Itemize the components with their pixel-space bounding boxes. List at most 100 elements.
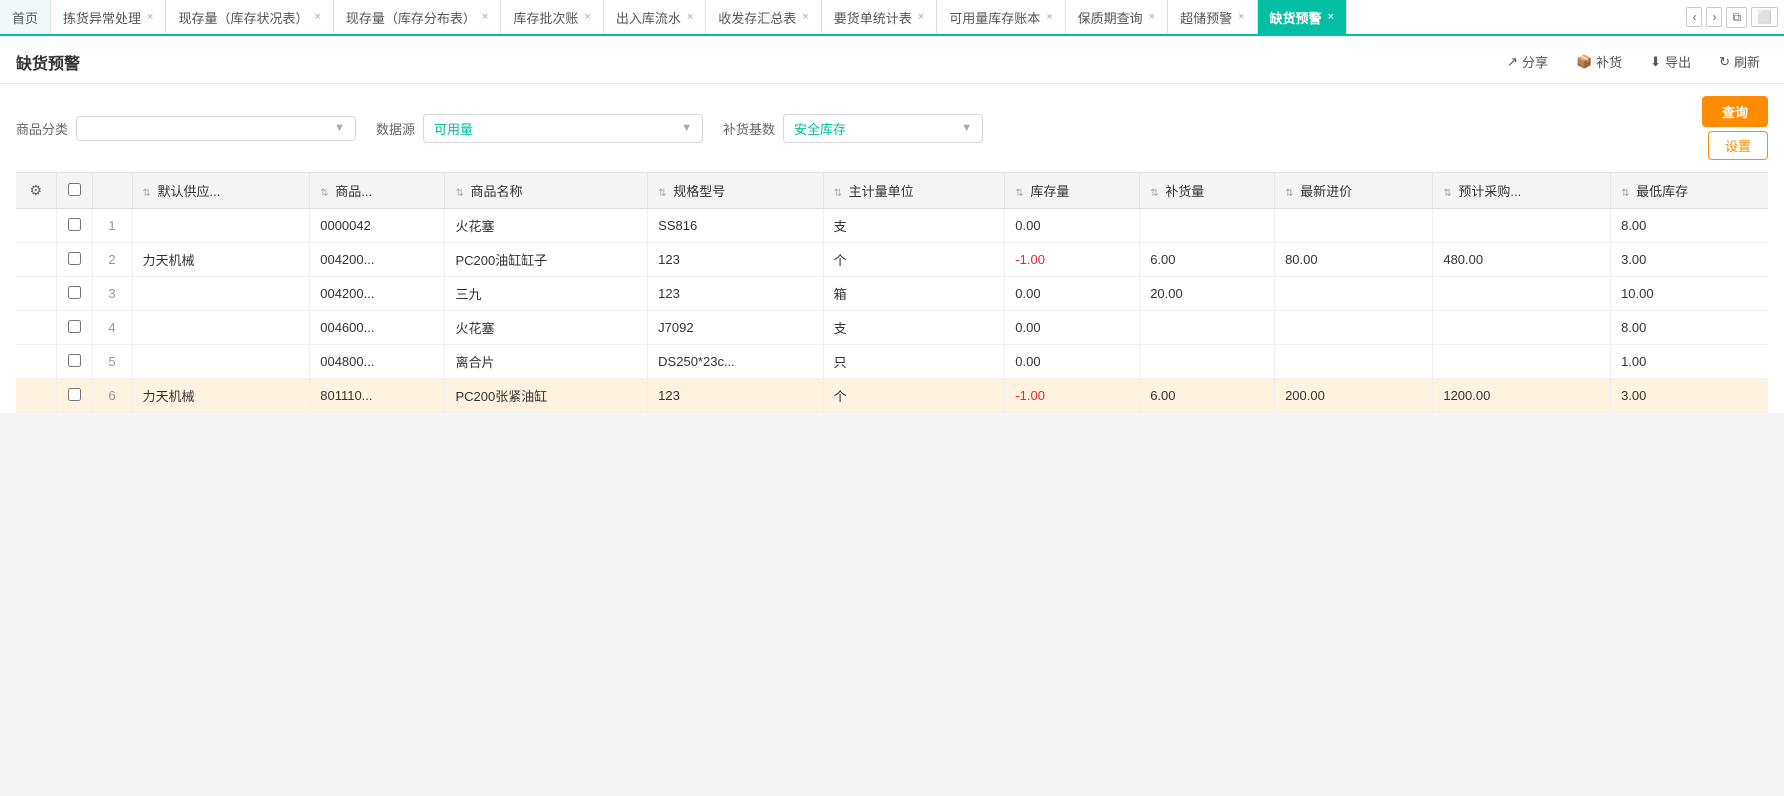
row-replenish <box>1140 311 1275 345</box>
refresh-button[interactable]: ↻ 刷新 <box>1711 48 1768 75</box>
row-product-name: PC200张紧油缸 <box>445 379 648 413</box>
export-button[interactable]: ⬇ 导出 <box>1642 48 1699 75</box>
tab-available[interactable]: 可用量库存账本 × <box>937 0 1065 35</box>
row-checkbox-5[interactable] <box>68 388 81 401</box>
th-product-code[interactable]: ⇅ 商品... <box>310 173 445 209</box>
row-check-cell[interactable] <box>56 243 92 277</box>
row-replenish <box>1140 209 1275 243</box>
replenish-base-filter-group: 补货基数 安全库存 ▼ <box>723 114 983 143</box>
sort-name-icon: ⇅ <box>455 188 463 199</box>
th-check[interactable] <box>56 173 92 209</box>
tab-expiry[interactable]: 保质期查询 × <box>1066 0 1168 35</box>
tab-window-btn[interactable]: ⧉ <box>1726 7 1747 28</box>
row-supplier <box>132 311 310 345</box>
row-check-cell[interactable] <box>56 311 92 345</box>
row-checkbox-0[interactable] <box>68 218 81 231</box>
share-icon: ↗ <box>1507 54 1518 70</box>
tab-inventory-dist[interactable]: 现存量（库存分布表） × <box>334 0 501 35</box>
row-est-purchase <box>1433 277 1611 311</box>
th-stock[interactable]: ⇅ 库存量 <box>1005 173 1140 209</box>
tab-exception[interactable]: 拣货异常处理 × <box>51 0 166 35</box>
tab-inout-flow[interactable]: 出入库流水 × <box>604 0 706 35</box>
row-est-purchase <box>1433 209 1611 243</box>
tab-close-expiry[interactable]: × <box>1149 11 1155 23</box>
row-supplier: 力天机械 <box>132 379 310 413</box>
row-replenish: 6.00 <box>1140 243 1275 277</box>
row-spec: SS816 <box>648 209 823 243</box>
tab-close-inventory-status[interactable]: × <box>314 11 320 23</box>
tab-close-shortage[interactable]: × <box>1328 11 1334 23</box>
row-settings-cell <box>16 209 56 243</box>
row-check-cell[interactable] <box>56 345 92 379</box>
replenish-base-chevron-icon: ▼ <box>961 122 972 134</box>
share-button[interactable]: ↗ 分享 <box>1499 48 1556 75</box>
tab-prev-btn[interactable]: ‹ <box>1686 7 1702 27</box>
row-stock: 0.00 <box>1005 311 1140 345</box>
tab-close-inout-flow[interactable]: × <box>687 11 693 23</box>
tab-next-btn[interactable]: › <box>1706 7 1722 27</box>
row-unit: 只 <box>823 345 1005 379</box>
row-product-name: 离合片 <box>445 345 648 379</box>
replenish-base-select[interactable]: 安全库存 ▼ <box>783 114 983 143</box>
th-unit[interactable]: ⇅ 主计量单位 <box>823 173 1005 209</box>
row-unit: 个 <box>823 379 1005 413</box>
th-replenish[interactable]: ⇅ 补货量 <box>1140 173 1275 209</box>
th-est-purchase[interactable]: ⇅ 预计采购... <box>1433 173 1611 209</box>
row-no: 3 <box>92 277 132 311</box>
tab-close-collect-send[interactable]: × <box>802 11 808 23</box>
row-checkbox-4[interactable] <box>68 354 81 367</box>
datasource-select[interactable]: 可用量 ▼ <box>423 114 703 143</box>
row-settings-cell <box>16 379 56 413</box>
row-checkbox-3[interactable] <box>68 320 81 333</box>
tab-collect-send[interactable]: 收发存汇总表 × <box>706 0 821 35</box>
row-min-stock: 10.00 <box>1611 277 1768 311</box>
row-replenish <box>1140 345 1275 379</box>
th-settings[interactable]: ⚙ <box>16 173 56 209</box>
row-product-name: 火花塞 <box>445 209 648 243</box>
row-latest-price <box>1275 311 1433 345</box>
tab-close-available[interactable]: × <box>1046 11 1052 23</box>
tab-overstock[interactable]: 超储预警 × <box>1168 0 1257 35</box>
tab-batch[interactable]: 库存批次账 × <box>501 0 603 35</box>
row-product-code: 004200... <box>310 243 445 277</box>
tab-shortage[interactable]: 缺货预警 × <box>1258 0 1347 35</box>
th-latest-price[interactable]: ⇅ 最新进价 <box>1275 173 1433 209</box>
filter-area: 商品分类 ▼ 数据源 可用量 ▼ 补货基数 安全库存 ▼ 查询 设置 <box>0 84 1784 172</box>
th-product-name[interactable]: ⇅ 商品名称 <box>445 173 648 209</box>
row-check-cell[interactable] <box>56 277 92 311</box>
tab-close-inventory-dist[interactable]: × <box>482 11 488 23</box>
tab-order-stats[interactable]: 要货单统计表 × <box>822 0 937 35</box>
th-supplier[interactable]: ⇅ 默认供应... <box>132 173 310 209</box>
query-button[interactable]: 查询 <box>1702 96 1768 127</box>
row-supplier: 力天机械 <box>132 243 310 277</box>
tab-home[interactable]: 首页 <box>0 0 51 35</box>
category-select[interactable]: ▼ <box>76 116 356 141</box>
row-no: 1 <box>92 209 132 243</box>
tab-close-exception[interactable]: × <box>147 11 153 23</box>
row-spec: J7092 <box>648 311 823 345</box>
sort-price-icon: ⇅ <box>1285 188 1293 199</box>
row-settings-cell <box>16 345 56 379</box>
action-buttons: 查询 设置 <box>1702 96 1768 160</box>
settings-button[interactable]: 设置 <box>1708 131 1768 160</box>
row-no: 4 <box>92 311 132 345</box>
row-spec: DS250*23c... <box>648 345 823 379</box>
select-all-checkbox[interactable] <box>68 183 81 196</box>
row-checkbox-1[interactable] <box>68 252 81 265</box>
row-check-cell[interactable] <box>56 209 92 243</box>
sort-min-icon: ⇅ <box>1621 188 1629 199</box>
tab-close-order-stats[interactable]: × <box>918 11 924 23</box>
th-min-stock[interactable]: ⇅ 最低库存 <box>1611 173 1768 209</box>
replenish-button[interactable]: 📦 补货 <box>1568 48 1630 75</box>
tab-close-overstock[interactable]: × <box>1238 11 1244 23</box>
row-stock: -1.00 <box>1005 243 1140 277</box>
row-check-cell[interactable] <box>56 379 92 413</box>
row-checkbox-2[interactable] <box>68 286 81 299</box>
row-unit: 支 <box>823 311 1005 345</box>
th-spec[interactable]: ⇅ 规格型号 <box>648 173 823 209</box>
tab-inventory-status[interactable]: 现存量（库存状况表） × <box>166 0 333 35</box>
row-latest-price <box>1275 345 1433 379</box>
column-settings-icon[interactable]: ⚙ <box>29 182 42 198</box>
tab-maximize-btn[interactable]: ⬜ <box>1751 7 1778 27</box>
tab-close-batch[interactable]: × <box>584 11 590 23</box>
